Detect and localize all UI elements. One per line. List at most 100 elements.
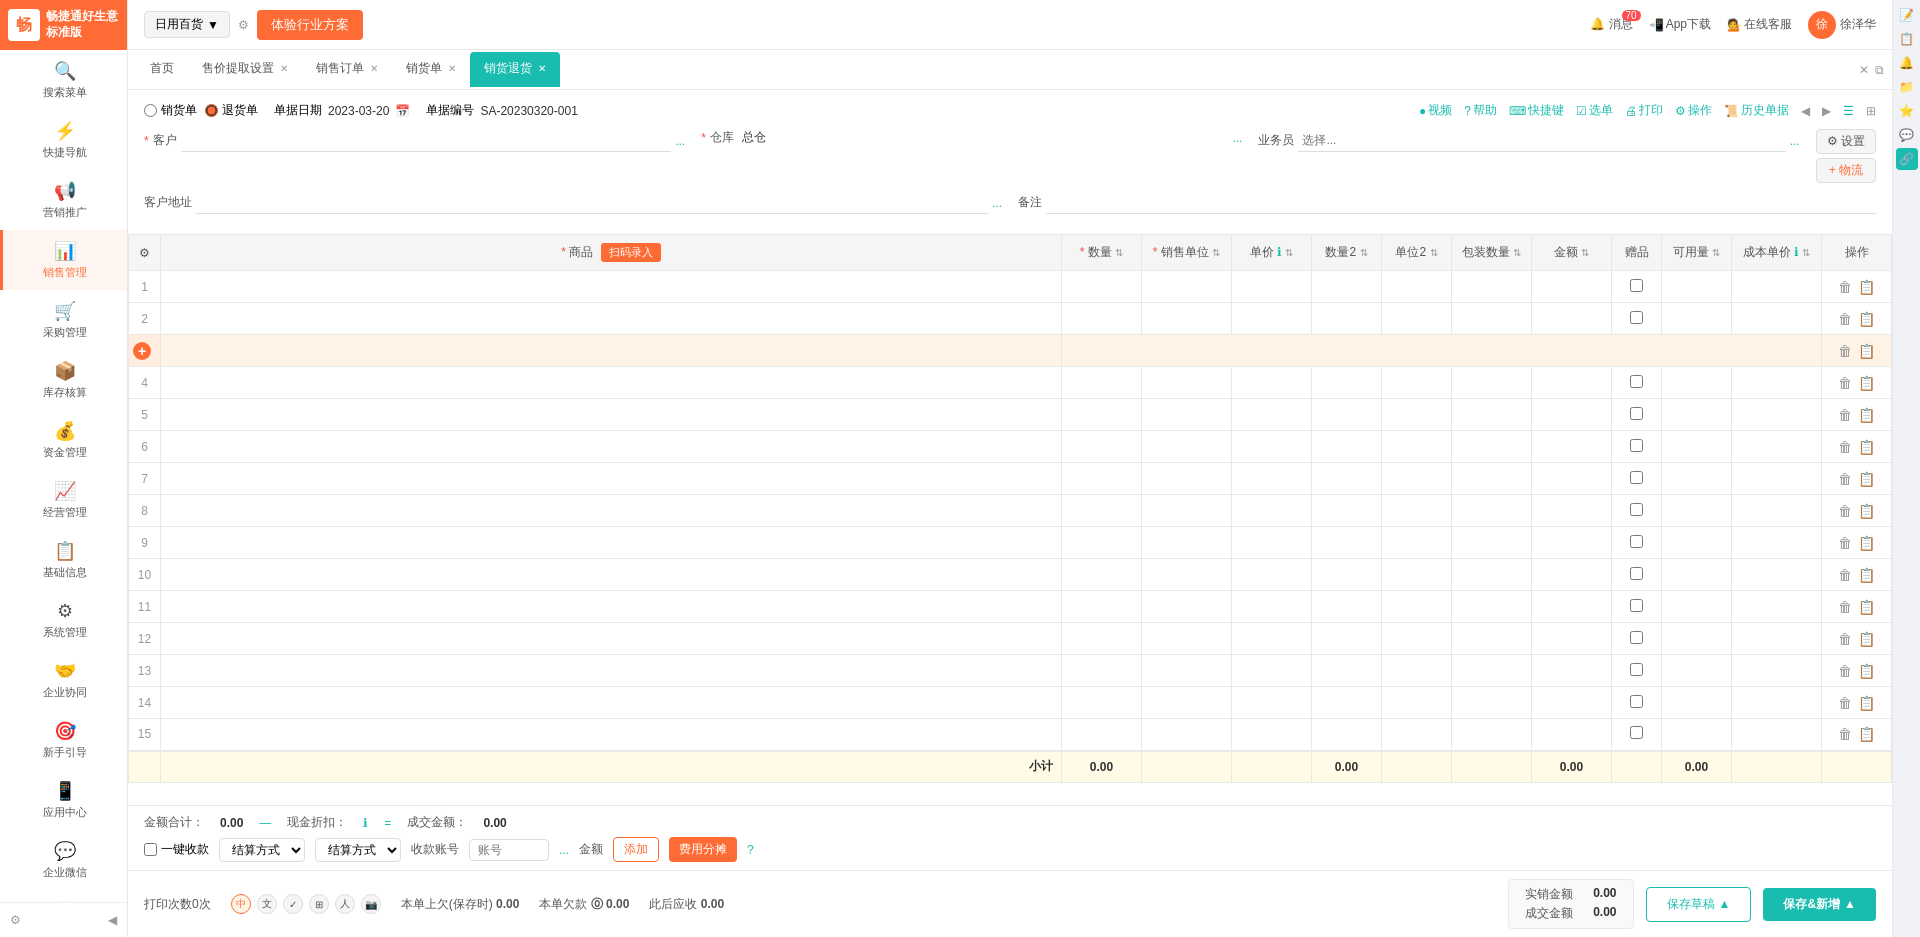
qty-cell-2[interactable] (1062, 303, 1142, 335)
sidebar-item-guide[interactable]: 🎯 新手引导 (0, 710, 127, 770)
cn-icon[interactable]: 中 (231, 894, 251, 914)
online-service[interactable]: 💁 在线客服 (1727, 16, 1792, 33)
unit2-cell-2[interactable] (1382, 303, 1452, 335)
gift-cell-1[interactable] (1612, 271, 1662, 303)
tab-sale-return[interactable]: 销货退货 ✕ (470, 52, 560, 87)
save-new-btn[interactable]: 保存&新增 ▲ (1763, 888, 1876, 921)
add-row-btn-cell[interactable]: + (129, 335, 161, 367)
amount-cell-2[interactable] (1532, 303, 1612, 335)
help-btn[interactable]: ? 帮助 (1464, 102, 1497, 119)
delete-btn-14[interactable]: 🗑 (1838, 695, 1852, 711)
experience-btn[interactable]: 体验行业方案 (257, 10, 363, 40)
product-input-1[interactable] (165, 280, 1057, 294)
delete-btn-15[interactable]: 🗑 (1838, 726, 1852, 742)
right-panel-btn-5[interactable]: ⭐ (1896, 100, 1918, 122)
copy-btn-3[interactable]: 📋 (1858, 343, 1875, 359)
unit-cell-1[interactable] (1142, 271, 1232, 303)
qty2-sort-icon[interactable]: ⇅ (1360, 247, 1368, 258)
unit-sort-icon[interactable]: ⇅ (1212, 247, 1220, 258)
cost-cell-1[interactable] (1732, 271, 1822, 303)
sidebar-item-marketing[interactable]: 📢 营销推广 (0, 170, 127, 230)
copy-btn-8[interactable]: 📋 (1858, 503, 1875, 519)
tab-home[interactable]: 首页 (136, 52, 188, 87)
copy-btn-2[interactable]: 📋 (1858, 311, 1875, 327)
qty-cell-1[interactable] (1062, 271, 1142, 303)
delete-btn-6[interactable]: 🗑 (1838, 439, 1852, 455)
radio-return-input[interactable] (205, 104, 218, 117)
shortcut-btn[interactable]: ⌨ 快捷键 (1509, 102, 1564, 119)
customer-select-btn[interactable]: ... (675, 134, 685, 148)
user-info[interactable]: 徐 徐泽华 (1808, 11, 1876, 39)
right-panel-btn-4[interactable]: 📁 (1896, 76, 1918, 98)
account-dots-btn[interactable]: ... (559, 843, 569, 857)
amount-cell-1[interactable] (1532, 271, 1612, 303)
copy-btn-12[interactable]: 📋 (1858, 631, 1875, 647)
calculation-select[interactable]: 结算方式 (315, 838, 401, 862)
settings-bottom-icon[interactable]: ⚙ (10, 913, 21, 927)
pkg-cell-1[interactable] (1452, 271, 1532, 303)
save-draft-btn[interactable]: 保存草稿 ▲ (1646, 887, 1752, 922)
product-cell-3[interactable] (161, 335, 1062, 367)
qty-sort-icon[interactable]: ⇅ (1115, 247, 1123, 258)
customer-input[interactable] (181, 129, 672, 152)
sidebar-item-search[interactable]: 🔍 搜索菜单 (0, 50, 127, 110)
address-select-btn[interactable]: ... (992, 196, 1002, 210)
calendar-icon[interactable]: 📅 (395, 104, 410, 118)
copy-btn-11[interactable]: 📋 (1858, 599, 1875, 615)
sidebar-item-basic[interactable]: 📋 基础信息 (0, 530, 127, 590)
collapse-icon[interactable]: ◀ (108, 913, 117, 927)
select-btn[interactable]: ☑ 选单 (1576, 102, 1613, 119)
gift-check-2[interactable] (1630, 311, 1643, 324)
gift-check-1[interactable] (1630, 279, 1643, 292)
delete-btn-7[interactable]: 🗑 (1838, 471, 1852, 487)
copy-btn-6[interactable]: 📋 (1858, 439, 1875, 455)
right-panel-btn-1[interactable]: 📝 (1896, 4, 1918, 26)
delete-btn-4[interactable]: 🗑 (1838, 375, 1852, 391)
delete-btn-5[interactable]: 🗑 (1838, 407, 1852, 423)
sidebar-item-shortcut[interactable]: ⚡ 快捷导航 (0, 110, 127, 170)
nav-prev-icon[interactable]: ◀ (1801, 104, 1810, 118)
delete-btn-2[interactable]: 🗑 (1838, 311, 1852, 327)
tab-sale-return-close[interactable]: ✕ (538, 63, 546, 74)
qty-input-1[interactable] (1066, 280, 1137, 294)
radio-return[interactable]: 退货单 (205, 102, 258, 119)
copy-btn-1[interactable]: 📋 (1858, 279, 1875, 295)
right-panel-btn-active[interactable]: 🔗 (1896, 148, 1918, 170)
avail-cell-1[interactable] (1662, 271, 1732, 303)
sidebar-item-operations[interactable]: 📈 经营管理 (0, 470, 127, 530)
sidebar-item-apps[interactable]: 📱 应用中心 (0, 770, 127, 830)
delete-btn-13[interactable]: 🗑 (1838, 663, 1852, 679)
copy-btn-10[interactable]: 📋 (1858, 567, 1875, 583)
cost-cell-2[interactable] (1732, 303, 1822, 335)
pkg-cell-2[interactable] (1452, 303, 1532, 335)
add-btn[interactable]: 添加 (613, 837, 659, 862)
app-download[interactable]: 📲 App下载 (1649, 16, 1711, 33)
delete-btn-9[interactable]: 🗑 (1838, 535, 1852, 551)
right-panel-btn-6[interactable]: 💬 (1896, 124, 1918, 146)
delete-btn-10[interactable]: 🗑 (1838, 567, 1852, 583)
copy-btn-13[interactable]: 📋 (1858, 663, 1875, 679)
one-click-pay-checkbox[interactable]: 一键收款 (144, 841, 209, 858)
table-settings-icon[interactable]: ⚙ (139, 246, 150, 260)
breadcrumb-select[interactable]: 日用百货 ▼ (144, 11, 230, 38)
address-input[interactable] (196, 191, 988, 214)
price-cell-2[interactable] (1232, 303, 1312, 335)
grid-icon[interactable]: ⊞ (309, 894, 329, 914)
product-cell-2[interactable] (161, 303, 1062, 335)
tab-sale-delivery-close[interactable]: ✕ (448, 63, 456, 74)
pkg-sort-icon[interactable]: ⇅ (1513, 247, 1521, 258)
avail-cell-2[interactable] (1662, 303, 1732, 335)
copy-btn-7[interactable]: 📋 (1858, 471, 1875, 487)
delete-btn-1[interactable]: 🗑 (1838, 279, 1852, 295)
right-panel-btn-2[interactable]: 📋 (1896, 28, 1918, 50)
view-list-icon[interactable]: ☰ (1843, 104, 1854, 118)
radio-sale[interactable]: 销货单 (144, 102, 197, 119)
nav-next-icon[interactable]: ▶ (1822, 104, 1831, 118)
delete-btn-8[interactable]: 🗑 (1838, 503, 1852, 519)
notification[interactable]: 🔔 70 消息 (1590, 16, 1632, 33)
logistics-side-btn[interactable]: + 物流 (1816, 158, 1876, 183)
product-cell-1[interactable] (161, 271, 1062, 303)
settings-side-btn[interactable]: ⚙ 设置 (1816, 129, 1876, 154)
col-settings[interactable]: ⚙ (129, 235, 161, 271)
add-row-btn[interactable]: + (133, 342, 151, 360)
